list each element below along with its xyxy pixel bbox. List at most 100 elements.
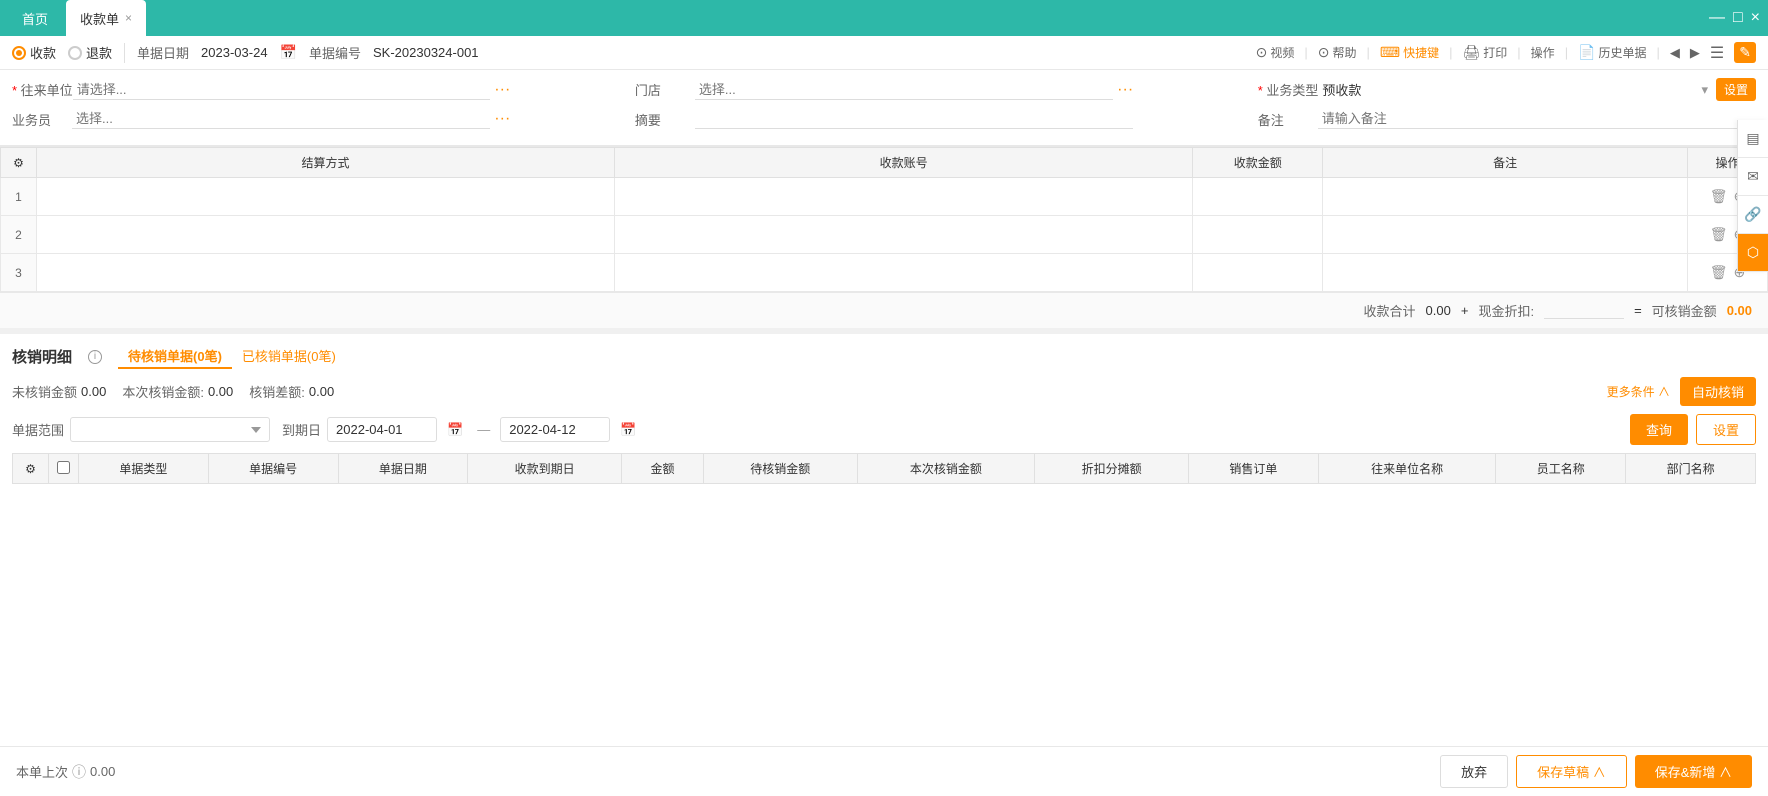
video-label: 视频 (1270, 44, 1294, 61)
verify-info-icon[interactable]: i (88, 350, 102, 364)
right-panel-item-3[interactable]: 🔗 (1738, 196, 1768, 234)
biztype-value: 预收款 (1318, 80, 1701, 99)
abandon-btn[interactable]: 放弃 (1440, 755, 1508, 788)
table-row: 2 🗑 ⊕ (1, 216, 1768, 254)
col-note: 备注 (1323, 148, 1688, 178)
agent-input[interactable] (72, 109, 490, 129)
store-field: 门店 ··· (635, 80, 1133, 100)
amount-cell[interactable] (1193, 178, 1323, 216)
tab-pending[interactable]: 待核销单据(0笔) (118, 344, 232, 369)
calendar-from-icon[interactable]: 📅 (447, 422, 463, 438)
main-area: 收款 退款 单据日期 2023-03-24 📅 单据编号 SK-20230324… (0, 36, 1768, 796)
amount-cell[interactable] (1193, 254, 1323, 292)
radio-receive[interactable]: 收款 (12, 43, 56, 62)
edit-view-icon[interactable]: ✎ (1734, 42, 1756, 63)
video-btn[interactable]: ⊙ 视频 (1256, 44, 1295, 61)
note-cell[interactable] (1323, 216, 1688, 254)
note-cell[interactable] (1323, 178, 1688, 216)
date-from-input[interactable] (327, 417, 437, 442)
date-dash: — (477, 422, 490, 437)
maximize-icon[interactable]: □ (1733, 9, 1743, 27)
shortcut-btn[interactable]: ⌨ 快捷键 (1380, 44, 1439, 61)
verify-tabs: 待核销单据(0笔) 已核销单据(0笔) (118, 344, 346, 369)
nav-prev-icon[interactable]: ◀ (1670, 45, 1680, 61)
auto-verify-btn[interactable]: 自动核销 (1680, 377, 1756, 406)
store-more-icon[interactable]: ··· (1117, 81, 1133, 99)
tab-done[interactable]: 已核销单据(0笔) (232, 344, 346, 369)
date-to-input[interactable] (500, 417, 610, 442)
form-row-2: 业务员 ··· 摘要 备注 (12, 109, 1756, 129)
account-cell[interactable] (615, 178, 1193, 216)
amount-cell[interactable] (1193, 216, 1323, 254)
verify-col-0: 单据类型 (79, 454, 209, 484)
biztype-field: 业务类型 预收款 ▾ 设置 (1258, 78, 1756, 101)
account-cell[interactable] (615, 216, 1193, 254)
tab-close-icon[interactable]: × (125, 11, 132, 25)
help-label: 帮助 (1332, 44, 1356, 61)
settings-btn[interactable]: 设置 (1716, 78, 1756, 101)
question-icon: ⊙ (1318, 44, 1330, 61)
verify-header: 核销明细 i 待核销单据(0笔) 已核销单据(0笔) (12, 344, 1756, 369)
counterpart-input[interactable] (73, 80, 491, 100)
select-all-checkbox[interactable] (57, 461, 70, 474)
history-btn[interactable]: 📄 历史单据 (1578, 44, 1646, 61)
receive-refund-radio: 收款 退款 (12, 43, 112, 62)
operation-btn[interactable]: 操作 (1531, 44, 1555, 61)
agent-field: 业务员 ··· (12, 109, 510, 129)
delete-icon[interactable]: 🗑 (1710, 188, 1728, 205)
bottom-info: 本单上次 ⓘ 0.00 (16, 762, 115, 782)
right-panel-item-4[interactable]: ⬡ (1738, 234, 1768, 272)
account-cell[interactable] (615, 254, 1193, 292)
discount-input[interactable] (1544, 303, 1624, 319)
row-number: 2 (1, 216, 37, 254)
circle-play-icon: ⊙ (1256, 44, 1268, 61)
form-row-1: 往来单位 ··· 门店 ··· 业务类型 预收款 ▾ 设置 (12, 78, 1756, 101)
range-field: 单据范围 (12, 417, 270, 442)
right-panel-item-2[interactable]: ✉ (1738, 158, 1768, 196)
save-new-btn[interactable]: 保存&新增 ∧ (1635, 755, 1752, 788)
tab-active[interactable]: 收款单 × (66, 0, 146, 36)
biztype-label: 业务类型 (1258, 80, 1319, 99)
note-input[interactable] (1318, 109, 1756, 129)
row-number: 1 (1, 178, 37, 216)
more-filter-btn[interactable]: 更多条件 ∧ (1607, 383, 1670, 400)
biztype-dropdown-icon[interactable]: ▾ (1701, 82, 1708, 98)
verify-col-2: 单据日期 (338, 454, 468, 484)
calendar-to-icon[interactable]: 📅 (620, 422, 636, 438)
nav-next-icon[interactable]: ▶ (1690, 45, 1700, 61)
radio-refund[interactable]: 退款 (68, 43, 112, 62)
payment-method-cell[interactable] (37, 178, 615, 216)
verify-col-11: 部门名称 (1626, 454, 1756, 484)
table-settings-icon[interactable]: ⚙ (1, 148, 37, 178)
delete-icon[interactable]: 🗑 (1710, 226, 1728, 243)
save-draft-btn[interactable]: 保存草稿 ∧ (1516, 755, 1627, 788)
range-select[interactable] (70, 417, 270, 442)
payment-method-cell[interactable] (37, 254, 615, 292)
summary-input[interactable] (695, 109, 1133, 129)
query-btn[interactable]: 查询 (1630, 414, 1688, 445)
verify-table: ⚙单据类型单据编号单据日期收款到期日金额待核销金额本次核销金额折扣分摊额销售订单… (12, 453, 1756, 484)
calendar-icon[interactable]: 📅 (280, 44, 297, 61)
tab-home[interactable]: 首页 (8, 0, 62, 36)
bottom-value: 0.00 (90, 764, 115, 779)
toolbar: 收款 退款 单据日期 2023-03-24 📅 单据编号 SK-20230324… (0, 36, 1768, 70)
note-cell[interactable] (1323, 254, 1688, 292)
range-label: 单据范围 (12, 420, 64, 439)
store-input[interactable] (695, 80, 1113, 100)
agent-more-icon[interactable]: ··· (494, 110, 510, 128)
total-value: 0.00 (1426, 303, 1451, 318)
minimize-icon[interactable]: — (1709, 9, 1725, 27)
delete-icon[interactable]: 🗑 (1710, 264, 1728, 281)
payment-method-cell[interactable] (37, 216, 615, 254)
verify-table-settings[interactable]: ⚙ (13, 454, 49, 484)
verify-col-checkbox[interactable] (49, 454, 79, 484)
right-panel-item-1[interactable]: ▤ (1738, 120, 1768, 158)
verify-col-8: 销售订单 (1188, 454, 1318, 484)
bottom-info-icon[interactable]: ⓘ (72, 762, 86, 782)
filter-settings-btn[interactable]: 设置 (1696, 414, 1756, 445)
print-btn[interactable]: 🖨 打印 (1462, 44, 1507, 61)
list-view-icon[interactable]: ☰ (1710, 43, 1724, 63)
help-btn[interactable]: ⊙ 帮助 (1318, 44, 1357, 61)
close-icon[interactable]: × (1751, 9, 1760, 27)
counterpart-more-icon[interactable]: ··· (494, 81, 510, 99)
